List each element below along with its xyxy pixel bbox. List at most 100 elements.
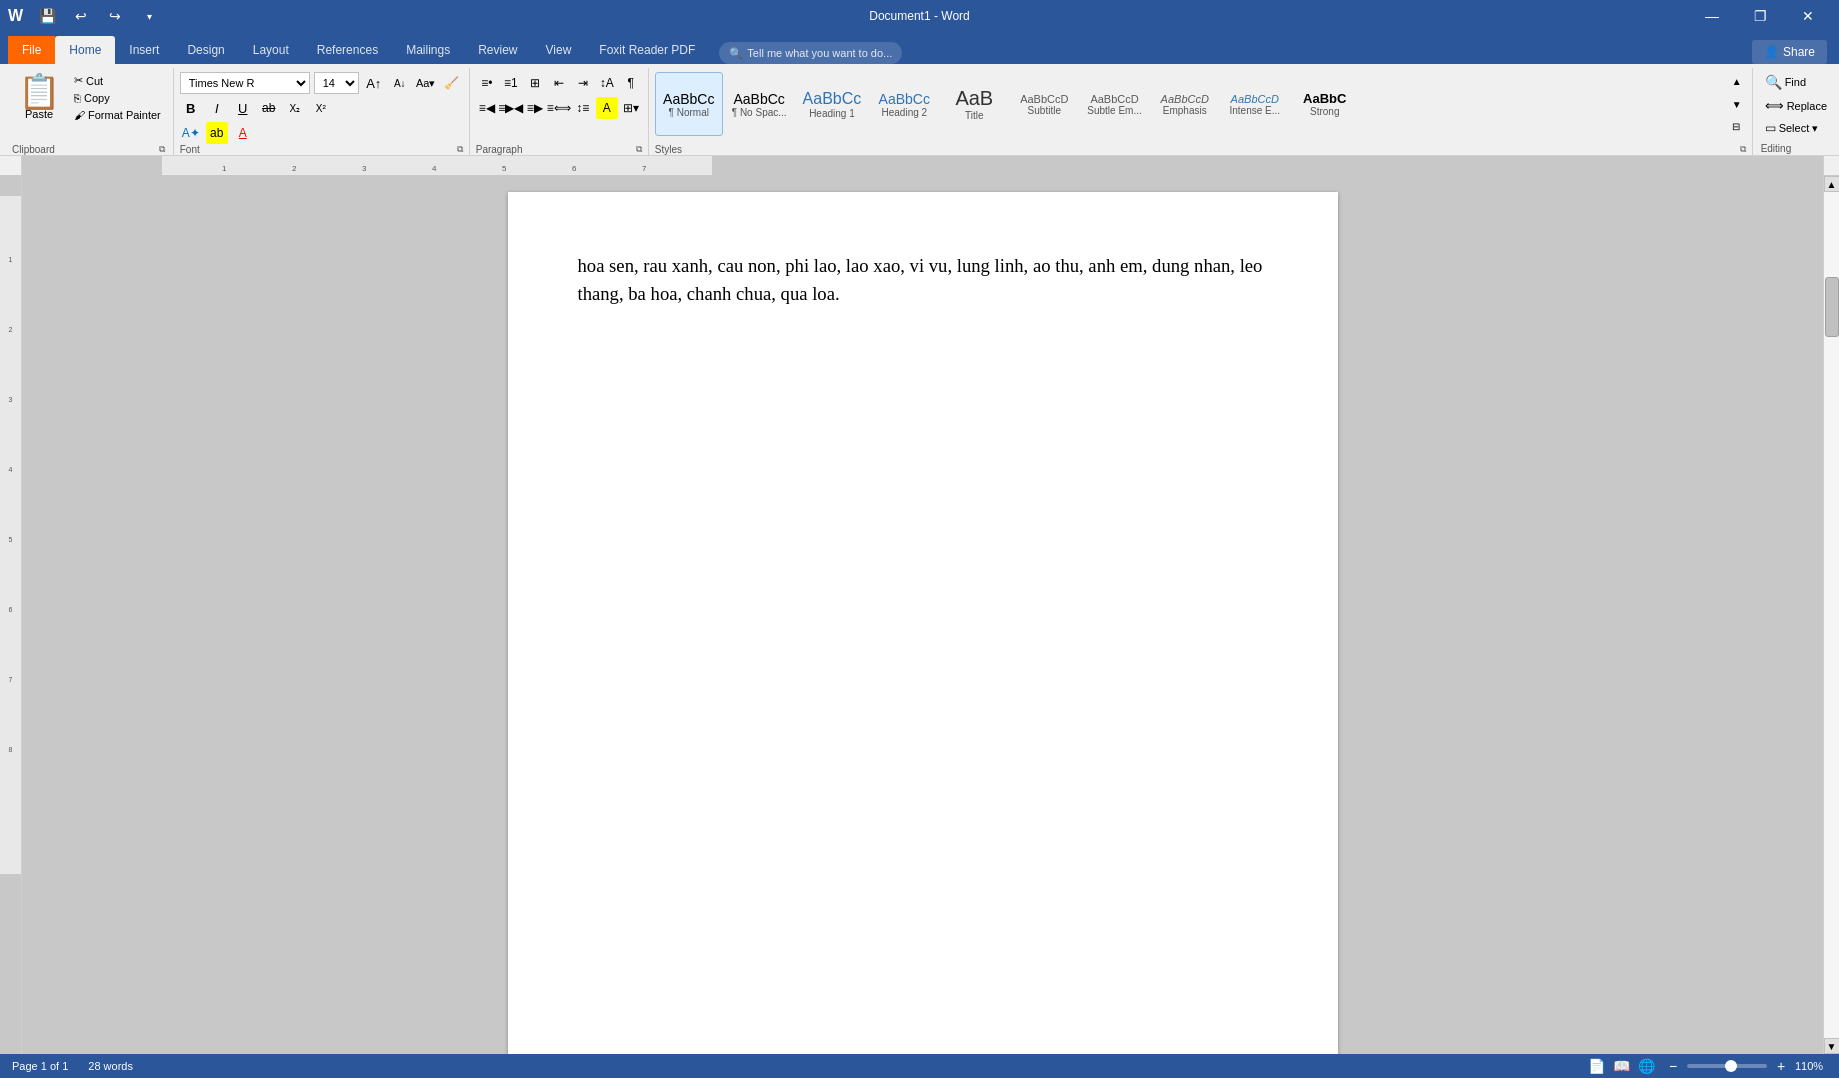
style-subtitle-preview: AaBbCcD — [1020, 93, 1068, 105]
text-effects-button[interactable]: A✦ — [180, 122, 202, 144]
tell-me-input[interactable]: 🔍 Tell me what you want to do... — [719, 42, 902, 64]
style-subtitle[interactable]: AaBbCcD Subtitle — [1010, 72, 1078, 136]
style-normal[interactable]: AaBbCc ¶ Normal — [655, 72, 723, 136]
maximize-button[interactable]: ❐ — [1737, 0, 1783, 32]
tab-design[interactable]: Design — [173, 36, 238, 64]
zoom-slider[interactable] — [1687, 1064, 1767, 1068]
close-button[interactable]: ✕ — [1785, 0, 1831, 32]
word-count[interactable]: 28 words — [88, 1060, 133, 1072]
word-icon: W — [8, 7, 23, 25]
quick-access-toolbar: W 💾 ↩ ↪ ▾ — [8, 2, 163, 30]
redo-button[interactable]: ↪ — [101, 2, 129, 30]
save-button[interactable]: 💾 — [33, 2, 61, 30]
replace-button[interactable]: ⟺ Replace — [1761, 96, 1831, 115]
multilevel-list-button[interactable]: ⊞ — [524, 72, 546, 94]
decrease-indent-button[interactable]: ⇤ — [548, 72, 570, 94]
scroll-up-button[interactable]: ▲ — [1824, 176, 1840, 192]
font-group: Times New R 14 A↑ A↓ Aa▾ 🧹 B I U ab X₂ X… — [174, 68, 470, 155]
tab-view[interactable]: View — [532, 36, 586, 64]
style-nospace-preview: AaBbCc — [733, 91, 784, 107]
tab-layout[interactable]: Layout — [239, 36, 303, 64]
style-intense-label: Intense E... — [1229, 105, 1280, 116]
sort-button[interactable]: ↕A — [596, 72, 618, 94]
styles-expand-button[interactable]: ⊟ — [1730, 119, 1744, 134]
scroll-track[interactable] — [1824, 192, 1840, 1038]
clipboard-expand-icon[interactable]: ⧉ — [159, 144, 165, 155]
paste-button[interactable]: 📋 Paste — [12, 72, 66, 122]
document-content[interactable]: hoa sen, rau xanh, cau non, phi lao, lao… — [578, 252, 1268, 308]
increase-font-button[interactable]: A↑ — [363, 72, 385, 94]
align-center-button[interactable]: ≡▶◀ — [500, 97, 522, 119]
subscript-button[interactable]: X₂ — [284, 97, 306, 119]
style-emphasis[interactable]: AaBbCcD Emphasis — [1151, 72, 1219, 136]
bullets-button[interactable]: ≡• — [476, 72, 498, 94]
style-title-preview: AaB — [955, 87, 993, 110]
underline-button[interactable]: U — [232, 97, 254, 119]
show-formatting-button[interactable]: ¶ — [620, 72, 642, 94]
style-intense-preview: AaBbCcD — [1231, 93, 1279, 105]
style-no-spacing[interactable]: AaBbCc ¶ No Spac... — [725, 72, 794, 136]
undo-button[interactable]: ↩ — [67, 2, 95, 30]
copy-button[interactable]: ⎘ Copy — [70, 90, 165, 106]
page-indicator[interactable]: Page 1 of 1 — [12, 1060, 68, 1072]
format-painter-button[interactable]: 🖌 Format Painter — [70, 107, 165, 123]
font-size-select[interactable]: 14 — [314, 72, 359, 94]
share-button[interactable]: 👤 Share — [1752, 40, 1827, 64]
paragraph-expand-icon[interactable]: ⧉ — [636, 144, 642, 155]
increase-indent-button[interactable]: ⇥ — [572, 72, 594, 94]
clipboard-label: Clipboard — [12, 144, 55, 155]
font-name-select[interactable]: Times New R — [180, 72, 310, 94]
style-title[interactable]: AaB Title — [940, 72, 1008, 136]
font-label: Font — [180, 144, 200, 155]
styles-scroll-down[interactable]: ▼ — [1730, 97, 1744, 112]
borders-button[interactable]: ⊞▾ — [620, 97, 642, 119]
styles-expand-icon[interactable]: ⧉ — [1740, 144, 1746, 155]
italic-button[interactable]: I — [206, 97, 228, 119]
tab-references[interactable]: References — [303, 36, 392, 64]
view-print-button[interactable]: 📄 — [1588, 1058, 1605, 1074]
cut-button[interactable]: ✂ Cut — [70, 72, 165, 89]
numbering-button[interactable]: ≡1 — [500, 72, 522, 94]
zoom-in-button[interactable]: + — [1771, 1058, 1791, 1074]
font-color-button[interactable]: A — [232, 122, 254, 144]
decrease-font-button[interactable]: A↓ — [389, 72, 411, 94]
change-case-button[interactable]: Aa▾ — [415, 72, 437, 94]
customize-qa-button[interactable]: ▾ — [135, 2, 163, 30]
view-read-button[interactable]: 📖 — [1613, 1058, 1630, 1074]
tab-mailings[interactable]: Mailings — [392, 36, 464, 64]
scroll-thumb[interactable] — [1825, 277, 1839, 337]
minimize-button[interactable]: — — [1689, 0, 1735, 32]
style-heading2[interactable]: AaBbCc Heading 2 — [870, 72, 938, 136]
style-strong[interactable]: AaBbC Strong — [1291, 72, 1359, 136]
zoom-controls: − + 110% — [1663, 1058, 1827, 1074]
styles-label: Styles — [655, 144, 682, 155]
find-button[interactable]: 🔍 Find — [1761, 72, 1831, 92]
view-web-button[interactable]: 🌐 — [1638, 1058, 1655, 1074]
tab-insert[interactable]: Insert — [115, 36, 173, 64]
font-expand-icon[interactable]: ⧉ — [457, 144, 463, 155]
style-intense-em[interactable]: AaBbCcD Intense E... — [1221, 72, 1289, 136]
tab-foxit[interactable]: Foxit Reader PDF — [585, 36, 709, 64]
cut-icon: ✂ — [74, 74, 83, 87]
align-right-button[interactable]: ≡▶ — [524, 97, 546, 119]
style-heading1[interactable]: AaBbCc Heading 1 — [796, 72, 869, 136]
superscript-button[interactable]: X² — [310, 97, 332, 119]
justify-button[interactable]: ≡⟺ — [548, 97, 570, 119]
tab-file[interactable]: File — [8, 36, 55, 64]
shading-button[interactable]: A — [596, 97, 618, 119]
select-button[interactable]: ▭ Select ▾ — [1761, 119, 1831, 137]
highlight-button[interactable]: ab — [206, 122, 228, 144]
bold-button[interactable]: B — [180, 97, 202, 119]
style-subtle-em[interactable]: AaBbCcD Subtle Em... — [1080, 72, 1148, 136]
status-bar: Page 1 of 1 28 words 📄 📖 🌐 − + 110% — [0, 1054, 1839, 1078]
tab-home[interactable]: Home — [55, 36, 115, 64]
scroll-down-button[interactable]: ▼ — [1824, 1038, 1840, 1054]
zoom-out-button[interactable]: − — [1663, 1058, 1683, 1074]
clear-formatting-button[interactable]: 🧹 — [441, 72, 463, 94]
tab-review[interactable]: Review — [464, 36, 531, 64]
line-spacing-button[interactable]: ↕≡ — [572, 97, 594, 119]
styles-scroll-up[interactable]: ▲ — [1730, 74, 1744, 89]
document-scroll-area[interactable]: hoa sen, rau xanh, cau non, phi lao, lao… — [22, 176, 1823, 1054]
align-left-button[interactable]: ≡◀ — [476, 97, 498, 119]
strikethrough-button[interactable]: ab — [258, 97, 280, 119]
